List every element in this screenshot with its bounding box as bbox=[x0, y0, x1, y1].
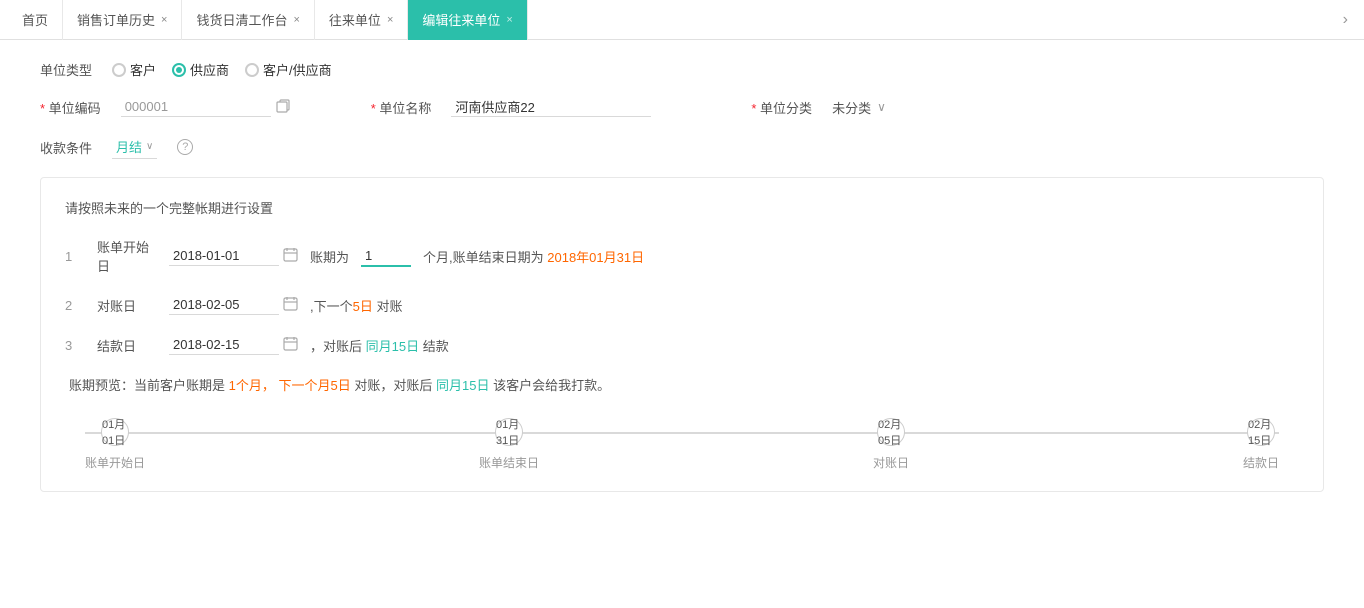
unit-code-label: 单位编码 bbox=[40, 98, 101, 117]
payment-row-2-label: 对账日 bbox=[97, 296, 157, 315]
unit-classify-label: 单位分类 bbox=[751, 98, 812, 117]
payment-box-title: 请按照未来的一个完整帐期进行设置 bbox=[65, 198, 1299, 217]
tabs-arrow-icon[interactable]: › bbox=[1335, 11, 1356, 29]
timeline-dot-0: 01月01日 bbox=[101, 418, 129, 446]
unit-code-row: 单位编码 单位名称 单位分类 未分类 ∨ bbox=[40, 97, 1324, 117]
tabs-bar: 首页 销售订单历史 × 钱货日清工作台 × 往来单位 × 编辑往来单位 × › bbox=[0, 0, 1364, 40]
timeline-container: 01月01日 账单开始日 01月31日 账单结束日 02月05日 对账日 02月… bbox=[65, 418, 1299, 471]
radio-supplier-label: 供应商 bbox=[190, 60, 229, 79]
unit-classify-chevron-icon: ∨ bbox=[877, 100, 886, 114]
unit-name-input[interactable] bbox=[451, 97, 651, 117]
payment-end-date-highlight: 2018年01月31日 bbox=[547, 250, 644, 265]
payment-row-2-num: 2 bbox=[65, 298, 85, 313]
timeline-node-2: 02月05日 对账日 bbox=[873, 418, 909, 471]
payment-row-3-label: 结款日 bbox=[97, 336, 157, 355]
unit-classify-value: 未分类 bbox=[832, 98, 871, 117]
preview-part3: 同月15日 bbox=[436, 378, 489, 393]
radio-customer-supplier-label: 客户/供应商 bbox=[263, 60, 332, 79]
main-content: 单位类型 客户 供应商 客户/供应商 单位编码 单位名称 bbox=[0, 40, 1364, 608]
timeline-type-label-1: 账单结束日 bbox=[479, 454, 539, 471]
unit-classify-wrapper[interactable]: 未分类 ∨ bbox=[832, 98, 886, 117]
close-cash-ledger-icon[interactable]: × bbox=[293, 14, 299, 26]
preview-mid: 对账，对账后 bbox=[354, 378, 432, 393]
payment-row-1-num: 1 bbox=[65, 249, 85, 264]
unit-code-input[interactable] bbox=[121, 97, 271, 117]
preview-end: 该客户会给我打款。 bbox=[493, 378, 610, 393]
radio-customer-label: 客户 bbox=[130, 60, 156, 79]
payment-date-2-wrapper bbox=[169, 295, 298, 315]
payment-row-1-label: 账单开始日 bbox=[97, 237, 157, 275]
payment-box: 请按照未来的一个完整帐期进行设置 1 账单开始日 账期为 个月,账单结束日期为 … bbox=[40, 177, 1324, 492]
payment-row-3-desc: ，对账后 同月15日 结款 bbox=[310, 336, 449, 355]
timeline-type-label-0: 账单开始日 bbox=[85, 454, 145, 471]
tab-cash-ledger[interactable]: 钱货日清工作台 × bbox=[182, 0, 314, 40]
payment-date-3-wrapper bbox=[169, 335, 298, 355]
radio-supplier-circle bbox=[172, 63, 186, 77]
payment-term-row: 收款条件 月结 ∨ ? bbox=[40, 135, 1324, 159]
timeline-node-0: 01月01日 账单开始日 bbox=[85, 418, 145, 471]
timeline-dot-3: 02月15日 bbox=[1247, 418, 1275, 446]
preview-part1: 1个月， bbox=[229, 378, 275, 393]
radio-customer-supplier[interactable]: 客户/供应商 bbox=[245, 60, 332, 79]
calendar-icon-3[interactable] bbox=[283, 336, 298, 354]
radio-customer-supplier-circle bbox=[245, 63, 259, 77]
payment-row-2: 2 对账日 ,下一个5日 对账 bbox=[65, 295, 1299, 315]
payment-row-2-desc: ,下一个5日 对账 bbox=[310, 296, 402, 315]
radio-group-unit-type: 客户 供应商 客户/供应商 bbox=[112, 60, 332, 79]
close-partner-units-icon[interactable]: × bbox=[387, 14, 393, 26]
payment-row-3-num: 3 bbox=[65, 338, 85, 353]
preview-part2: 下一个月5日 bbox=[279, 378, 351, 393]
close-sales-history-icon[interactable]: × bbox=[161, 14, 167, 26]
unit-type-label: 单位类型 bbox=[40, 60, 92, 79]
tab-edit-partner-label: 编辑往来单位 bbox=[422, 10, 500, 29]
payment-date-2-input[interactable] bbox=[169, 295, 279, 315]
payment-row-3-highlight: 同月15日 bbox=[366, 339, 419, 354]
timeline-node-1: 01月31日 账单结束日 bbox=[479, 418, 539, 471]
unit-type-row: 单位类型 客户 供应商 客户/供应商 bbox=[40, 60, 1324, 79]
timeline-dot-2: 02月05日 bbox=[877, 418, 905, 446]
preview-text: 账期预览：当前客户账期是 1个月， 下一个月5日 对账，对账后 同月15日 该客… bbox=[65, 375, 1299, 394]
payment-term-label: 收款条件 bbox=[40, 138, 92, 157]
payment-term-select[interactable]: 月结 ∨ bbox=[112, 135, 157, 159]
tab-cash-ledger-label: 钱货日清工作台 bbox=[196, 10, 287, 29]
timeline-type-label-3: 结款日 bbox=[1243, 454, 1279, 471]
tab-sales-history[interactable]: 销售订单历史 × bbox=[63, 0, 182, 40]
calendar-icon-2[interactable] bbox=[283, 296, 298, 314]
radio-supplier[interactable]: 供应商 bbox=[172, 60, 229, 79]
preview-label: 账期预览：当前客户账期是 bbox=[69, 378, 225, 393]
help-icon[interactable]: ? bbox=[177, 139, 193, 155]
radio-customer[interactable]: 客户 bbox=[112, 60, 156, 79]
radio-customer-circle bbox=[112, 63, 126, 77]
tab-edit-partner[interactable]: 编辑往来单位 × bbox=[408, 0, 527, 40]
timeline-nodes: 01月01日 账单开始日 01月31日 账单结束日 02月05日 对账日 02月… bbox=[85, 418, 1279, 471]
payment-row-2-highlight: 5日 bbox=[353, 299, 373, 314]
payment-date-3-input[interactable] bbox=[169, 335, 279, 355]
payment-row-1-unit: 个月,账单结束日期为 2018年01月31日 bbox=[423, 247, 644, 266]
payment-date-1-wrapper bbox=[169, 246, 298, 266]
payment-date-1-input[interactable] bbox=[169, 246, 279, 266]
payment-term-chevron-icon: ∨ bbox=[146, 141, 153, 152]
payment-term-value: 月结 bbox=[116, 137, 142, 156]
tab-sales-history-label: 销售订单历史 bbox=[77, 10, 155, 29]
tab-partner-units-label: 往来单位 bbox=[329, 10, 381, 29]
payment-row-1-suffix: 账期为 bbox=[310, 247, 349, 266]
payment-row-1: 1 账单开始日 账期为 个月,账单结束日期为 2018年01月31日 bbox=[65, 237, 1299, 275]
tab-home-label: 首页 bbox=[22, 10, 48, 29]
timeline-type-label-2: 对账日 bbox=[873, 454, 909, 471]
timeline-dot-1: 01月31日 bbox=[495, 418, 523, 446]
unit-code-copy-icon[interactable] bbox=[275, 98, 291, 117]
tab-partner-units[interactable]: 往来单位 × bbox=[315, 0, 408, 40]
payment-period-input[interactable] bbox=[361, 246, 411, 267]
unit-code-input-wrapper bbox=[121, 97, 291, 117]
tab-home[interactable]: 首页 bbox=[8, 0, 63, 40]
timeline-node-3: 02月15日 结款日 bbox=[1243, 418, 1279, 471]
unit-name-label: 单位名称 bbox=[371, 98, 432, 117]
calendar-icon-1[interactable] bbox=[283, 247, 298, 265]
close-edit-partner-icon[interactable]: × bbox=[506, 14, 512, 26]
payment-row-3: 3 结款日 ，对账后 同月15日 结款 bbox=[65, 335, 1299, 355]
